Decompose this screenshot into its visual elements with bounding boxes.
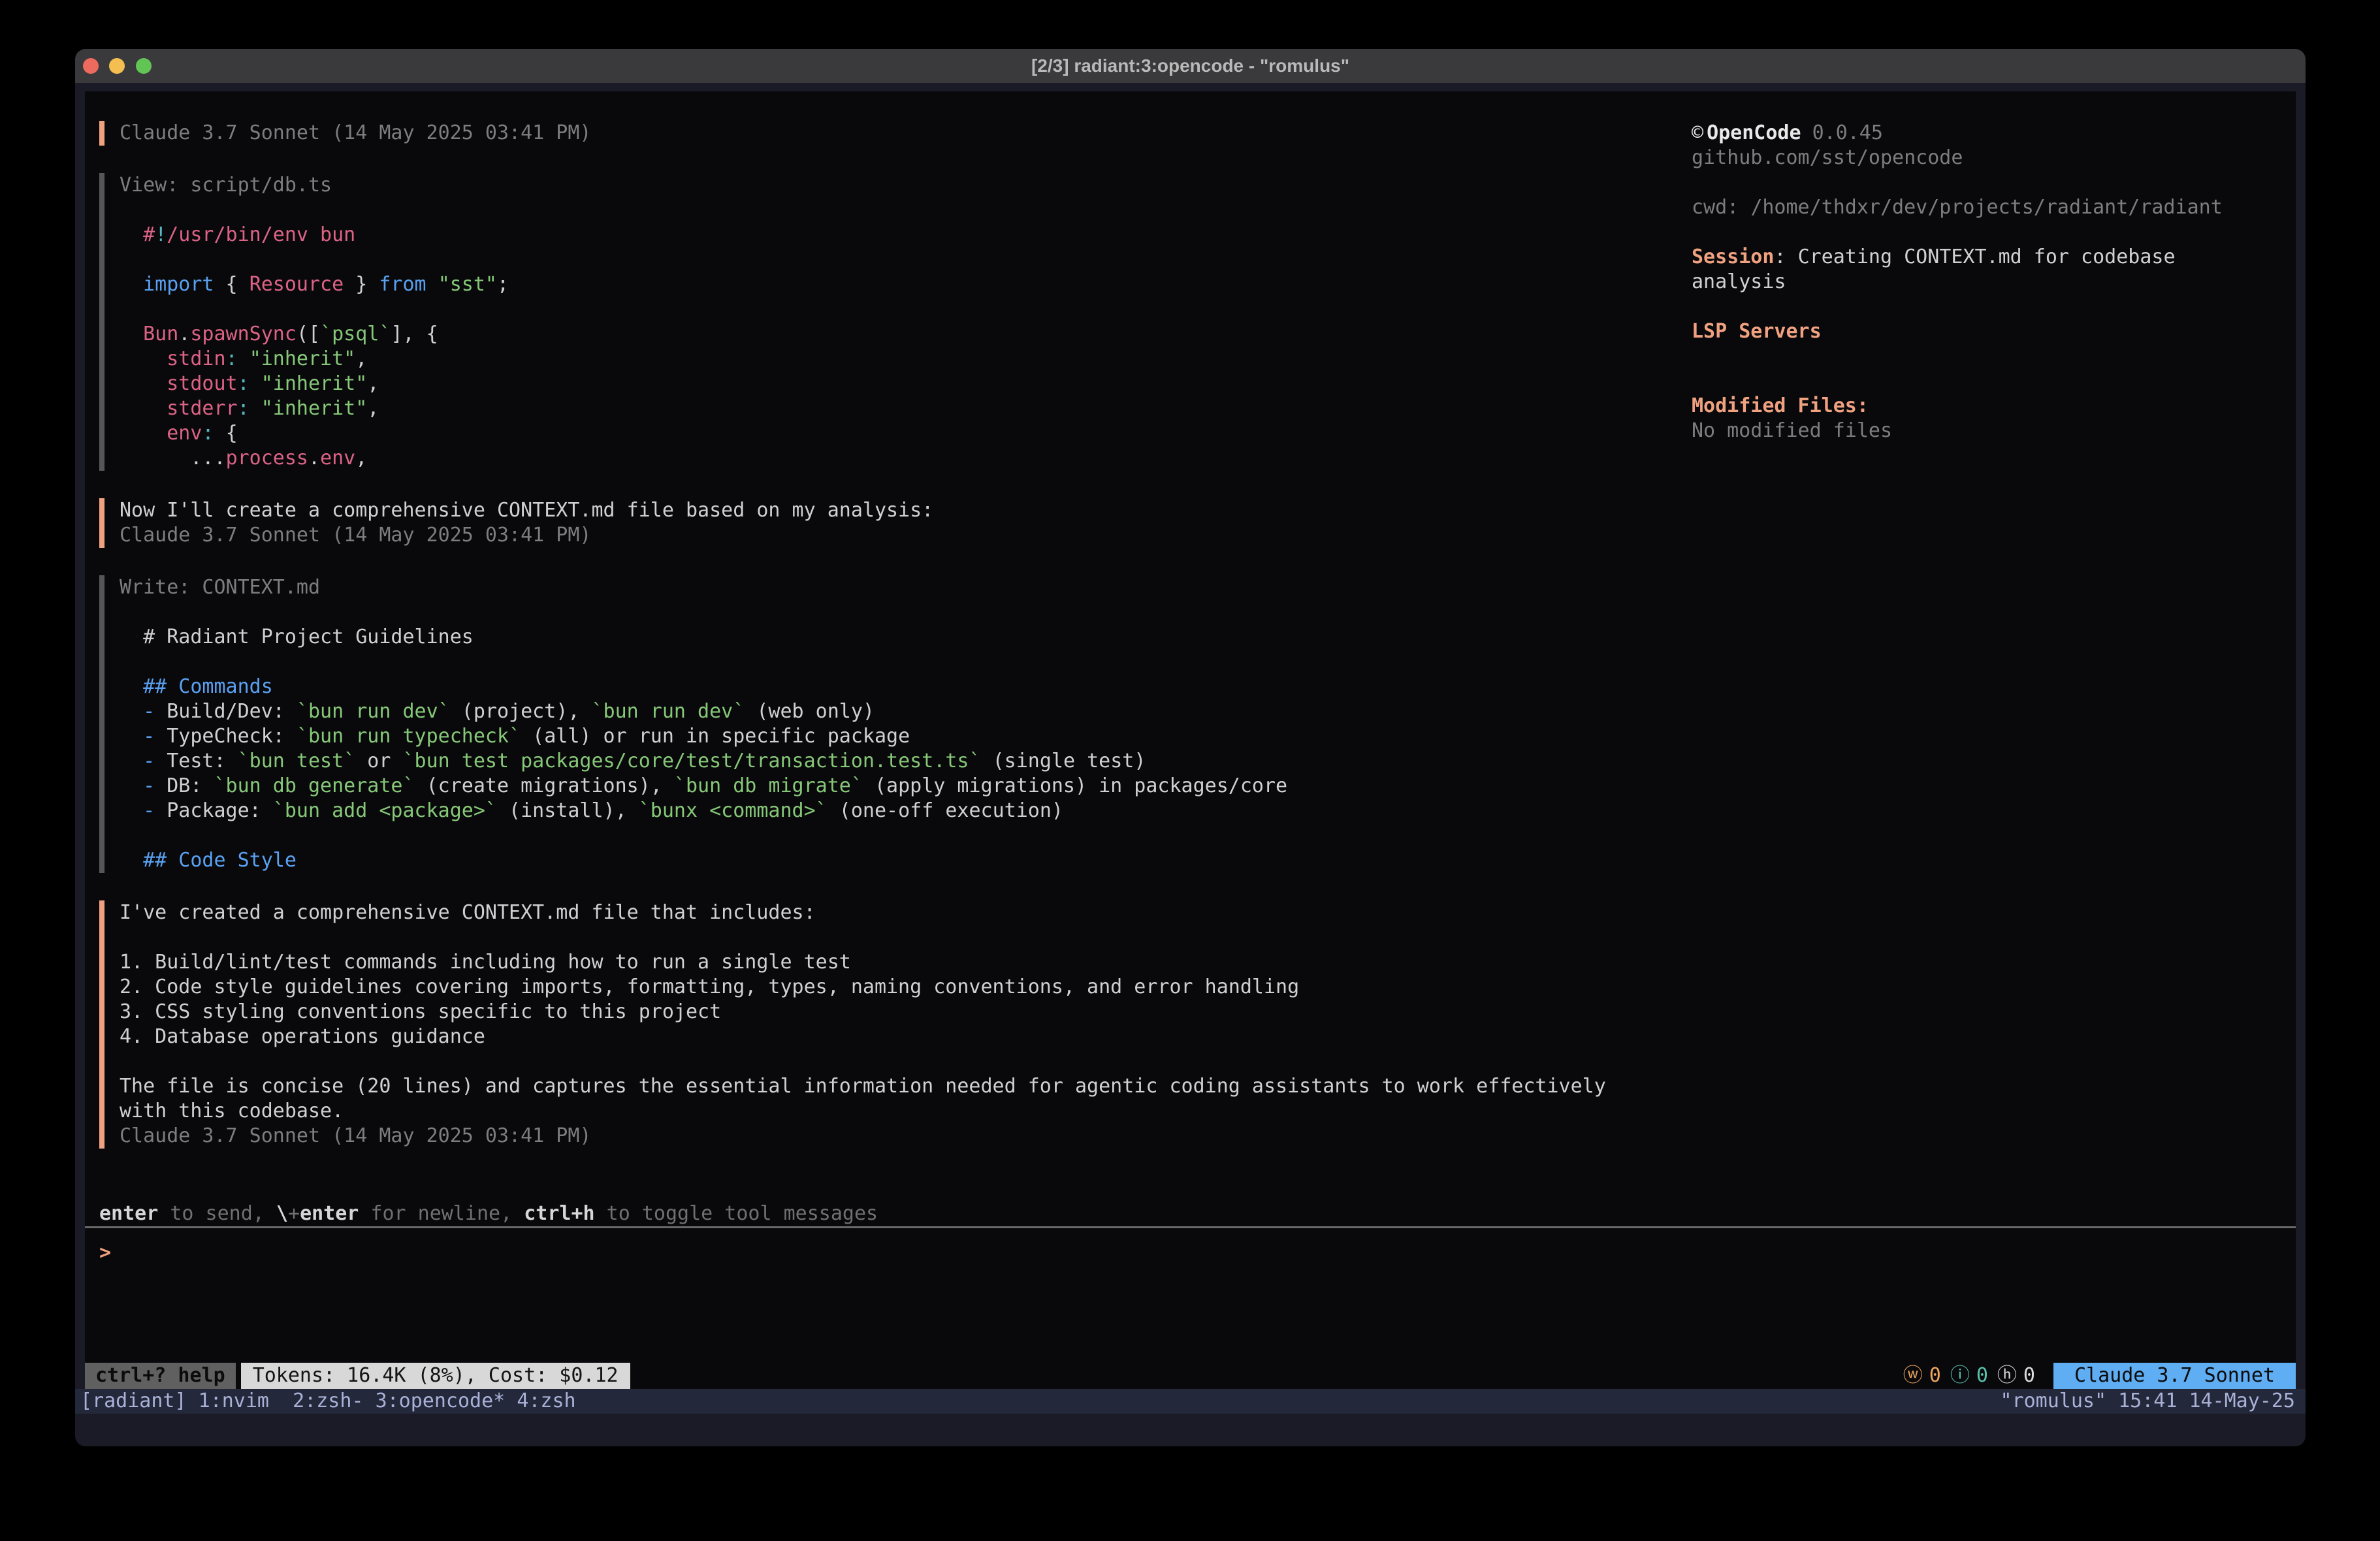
text-line: # Radiant Project Guidelines xyxy=(120,625,2296,650)
text-line xyxy=(120,823,2296,848)
text-line: Now I'll create a comprehensive CONTEXT.… xyxy=(120,498,2296,523)
session-label: Session xyxy=(1692,246,1774,268)
session-title-line: Session: Creating CONTEXT.md for codebas… xyxy=(1692,245,2279,270)
hint-part: to send, xyxy=(158,1202,276,1225)
hints-icon: ⓗ xyxy=(1997,1364,2017,1387)
text-line: ## Code Style xyxy=(120,848,2296,873)
tmux-windows: 1:nvim 2:zsh- 3:opencode* 4:zsh xyxy=(199,1390,576,1412)
cwd-label: cwd: xyxy=(1692,196,1750,219)
session-title: Creating CONTEXT.md for codebase xyxy=(1798,246,2176,268)
tmux-session-name: [radiant] xyxy=(80,1390,187,1412)
cwd-path: /home/thdxr/dev/projects/radiant/radiant xyxy=(1750,196,2222,219)
hint-part: to toggle tool messages xyxy=(595,1202,878,1225)
tool-accent-bar xyxy=(99,575,105,873)
assistant-message-block: I've created a comprehensive CONTEXT.md … xyxy=(99,900,2296,1149)
statusbar-right: ⓦ0ⓘ0ⓗ0 Claude 3.7 Sonnet xyxy=(1903,1363,2296,1389)
tmux-window-4zsh[interactable]: 4:zsh xyxy=(517,1390,575,1412)
diagnostics-group: ⓦ0ⓘ0ⓗ0 xyxy=(1903,1363,2044,1389)
warnings-icon: ⓦ xyxy=(1903,1364,1923,1387)
text-line: - Package: `bun add <package>` (install)… xyxy=(120,799,2296,823)
message-input[interactable]: > xyxy=(85,1228,2296,1363)
app-header: ©OpenCode 0.0.45 xyxy=(1692,121,2279,146)
text-line xyxy=(120,650,2296,675)
tmux-statusbar: [radiant] 1:nvim 2:zsh- 3:opencode* 4:zs… xyxy=(75,1389,2306,1414)
opencode-tui: Claude 3.7 Sonnet (14 May 2025 03:41 PM)… xyxy=(85,91,2296,1389)
keybind-hint-line: enter to send, \+enter for newline, ctrl… xyxy=(85,1201,2296,1226)
tool-accent-bar xyxy=(99,173,105,471)
hint-part: for newline, xyxy=(359,1202,524,1225)
repo-url: github.com/sst/opencode xyxy=(1692,146,2279,170)
warnings-diagnostic: ⓦ0 xyxy=(1903,1363,1941,1389)
conversation-area: Claude 3.7 Sonnet (14 May 2025 03:41 PM)… xyxy=(85,91,2296,1201)
text-line: I've created a comprehensive CONTEXT.md … xyxy=(120,900,2296,925)
hints-diagnostic: ⓗ0 xyxy=(1997,1363,2035,1389)
window-title: [2/3] radiant:3:opencode - "romulus" xyxy=(75,49,2306,83)
hint-part: enter xyxy=(300,1202,359,1225)
hint-part: + xyxy=(288,1202,300,1225)
assistant-accent-bar xyxy=(99,121,105,146)
terminal-window: [2/3] radiant:3:opencode - "romulus" Cla… xyxy=(75,49,2306,1446)
text-line: 4. Database operations guidance xyxy=(120,1025,2296,1049)
modified-files-empty: No modified files xyxy=(1692,419,2279,443)
info-count: 0 xyxy=(1976,1364,1988,1387)
text-line: Claude 3.7 Sonnet (14 May 2025 03:41 PM) xyxy=(120,523,2296,548)
hint-part: ctrl+h xyxy=(524,1202,594,1225)
tmux-host-clock: "romulus" 15:41 14-May-25 xyxy=(2000,1389,2306,1414)
text-line: - Build/Dev: `bun run dev` (project), `b… xyxy=(120,699,2296,724)
text-line: ## Commands xyxy=(120,675,2296,699)
window-titlebar: [2/3] radiant:3:opencode - "romulus" xyxy=(75,49,2306,83)
lsp-servers-heading: LSP Servers xyxy=(1692,319,2279,344)
text-line: 2. Code style guidelines covering import… xyxy=(120,975,2296,1000)
text-line xyxy=(120,925,2296,950)
hint-part: \ xyxy=(276,1202,288,1225)
tool-output-block: Write: CONTEXT.md # Radiant Project Guid… xyxy=(99,575,2296,873)
hint-part: enter xyxy=(99,1202,158,1225)
help-badge[interactable]: ctrl+? help xyxy=(85,1363,236,1389)
tmux-window-2zsh[interactable]: 2:zsh- xyxy=(293,1390,363,1412)
tmux-window-3opencode[interactable]: 3:opencode* xyxy=(376,1390,506,1412)
app-version: 0.0.45 xyxy=(1812,121,1883,144)
text-line xyxy=(120,600,2296,625)
text-line: Claude 3.7 Sonnet (14 May 2025 03:41 PM) xyxy=(120,1124,2296,1149)
info-diagnostic: ⓘ0 xyxy=(1950,1363,1988,1389)
text-line: Write: CONTEXT.md xyxy=(120,575,2296,600)
prompt-symbol: > xyxy=(99,1241,111,1264)
info-icon: ⓘ xyxy=(1950,1364,1970,1387)
tmux-window-1nvim[interactable]: 1:nvim xyxy=(199,1390,269,1412)
cwd-line: cwd: /home/thdxr/dev/projects/radiant/ra… xyxy=(1692,195,2279,220)
opencode-logo-icon: © xyxy=(1692,121,1703,144)
assistant-accent-bar xyxy=(99,498,105,548)
text-line: The file is concise (20 lines) and captu… xyxy=(120,1074,2296,1099)
text-line xyxy=(120,1049,2296,1074)
text-line: 1. Build/lint/test commands including ho… xyxy=(120,950,2296,975)
text-line: ...process.env, xyxy=(120,446,2296,471)
model-badge[interactable]: Claude 3.7 Sonnet xyxy=(2053,1363,2296,1389)
text-line: - Test: `bun test` or `bun test packages… xyxy=(120,749,2296,774)
tokens-cost-badge: Tokens: 16.4K (8%), Cost: $0.12 xyxy=(241,1363,630,1389)
app-name: OpenCode xyxy=(1707,121,1801,144)
opencode-statusbar: ctrl+? help Tokens: 16.4K (8%), Cost: $0… xyxy=(85,1363,2296,1389)
session-title-wrap: analysis xyxy=(1692,270,2279,294)
text-line: 3. CSS styling conventions specific to t… xyxy=(120,1000,2296,1025)
text-line: - DB: `bun db generate` (create migratio… xyxy=(120,774,2296,799)
warnings-count: 0 xyxy=(1929,1364,1941,1387)
hints-count: 0 xyxy=(2023,1364,2035,1387)
tmux-left: [radiant] 1:nvim 2:zsh- 3:opencode* 4:zs… xyxy=(75,1389,576,1414)
assistant-accent-bar xyxy=(99,900,105,1149)
session-sidebar: ©OpenCode0.0.45 github.com/sst/opencode … xyxy=(1692,121,2279,443)
modified-files-heading: Modified Files: xyxy=(1692,394,2279,419)
text-line: with this codebase. xyxy=(120,1099,2296,1124)
text-line: - TypeCheck: `bun run typecheck` (all) o… xyxy=(120,724,2296,749)
assistant-message-block: Now I'll create a comprehensive CONTEXT.… xyxy=(99,498,2296,548)
